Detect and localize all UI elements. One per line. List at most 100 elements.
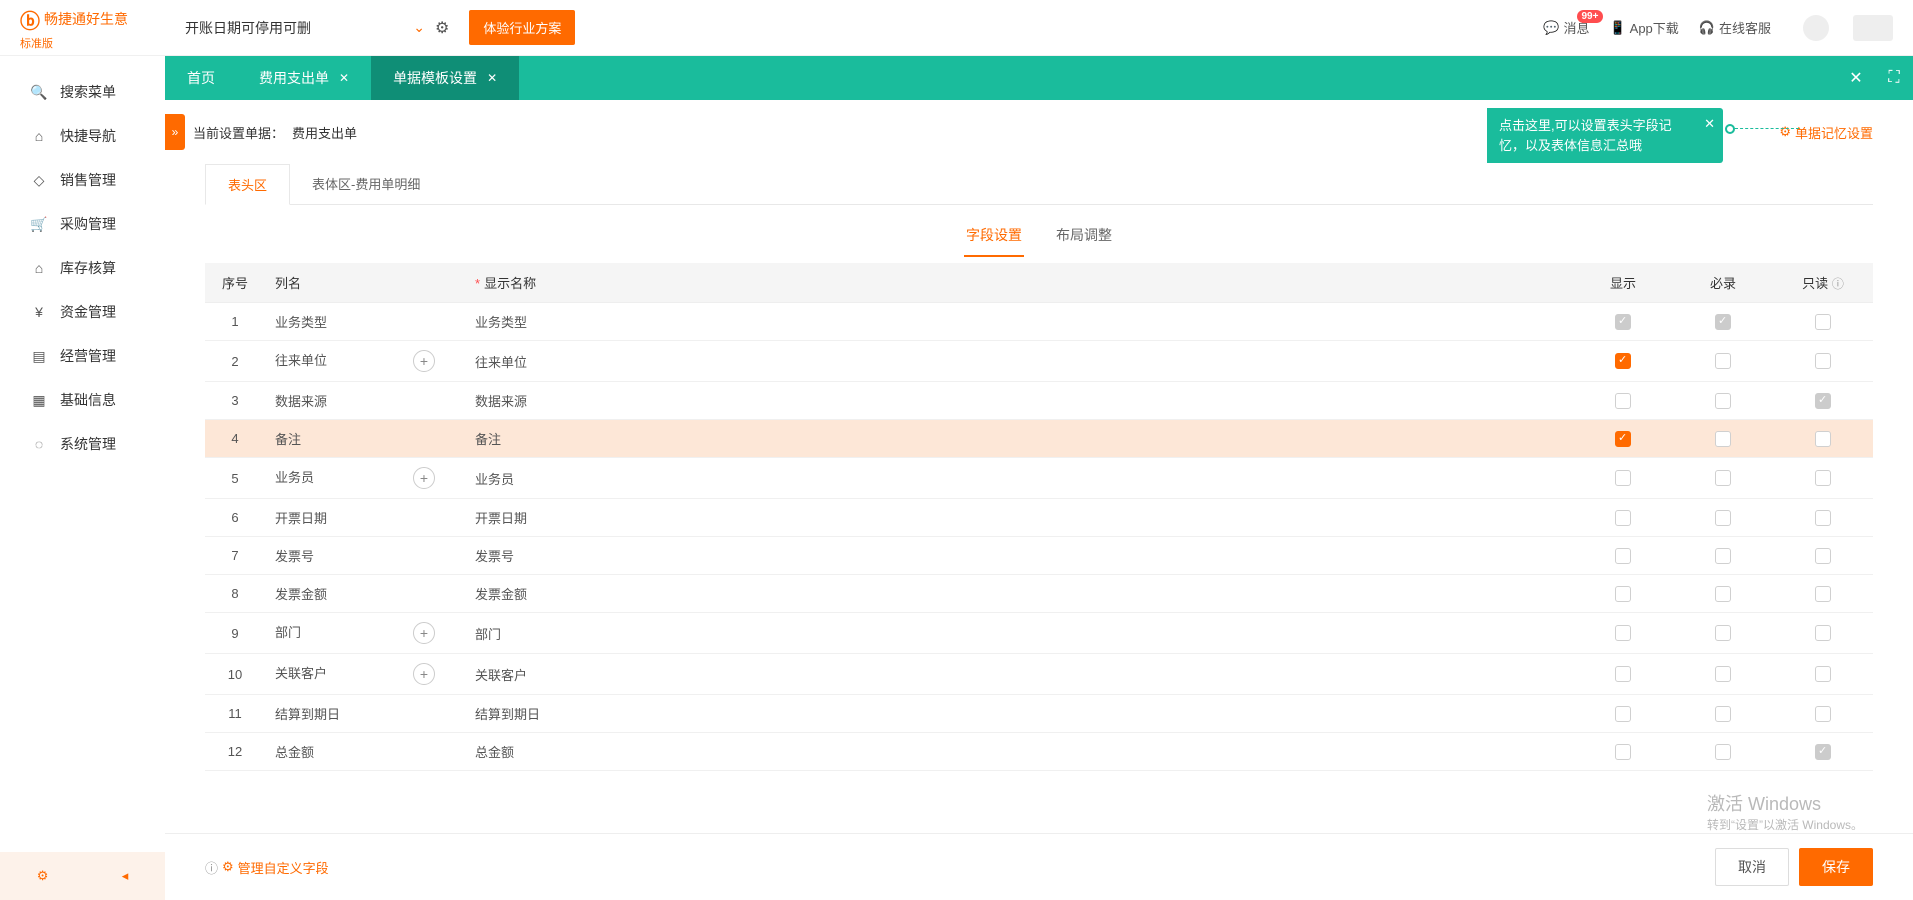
question-icon[interactable]: ⓘ	[205, 858, 218, 877]
checkbox[interactable]	[1615, 510, 1631, 526]
checkbox[interactable]	[1615, 586, 1631, 602]
cell-display[interactable]: 业务员	[465, 458, 1573, 499]
checkbox[interactable]	[1715, 510, 1731, 526]
checkbox[interactable]	[1715, 548, 1731, 564]
table-row[interactable]: 5业务员+业务员	[205, 458, 1873, 499]
table-row[interactable]: 1业务类型业务类型	[205, 303, 1873, 341]
settings-icon[interactable]: ⚙	[37, 868, 49, 884]
messages-button[interactable]: 💬 消息 99+	[1543, 18, 1589, 37]
checkbox[interactable]	[1615, 625, 1631, 641]
manage-custom-fields-link[interactable]: ⚙ 管理自定义字段	[222, 858, 329, 877]
checkbox[interactable]	[1815, 353, 1831, 369]
checkbox[interactable]	[1615, 744, 1631, 760]
checkbox[interactable]	[1615, 548, 1631, 564]
table-row[interactable]: 12总金额总金额	[205, 733, 1873, 771]
tab-2[interactable]: 单据模板设置✕	[371, 56, 519, 100]
sidebar-item-7[interactable]: ▦基础信息	[0, 378, 165, 422]
table-row[interactable]: 4备注备注	[205, 420, 1873, 458]
cell-display[interactable]: 备注	[465, 420, 1573, 458]
checkbox[interactable]	[1715, 586, 1731, 602]
zone-tab-0[interactable]: 表头区	[205, 164, 290, 205]
add-button[interactable]: +	[413, 663, 435, 685]
fullscreen-button[interactable]: ⛶	[1875, 69, 1913, 87]
checkbox[interactable]	[1815, 314, 1831, 330]
checkbox[interactable]	[1715, 625, 1731, 641]
checkbox[interactable]	[1815, 431, 1831, 447]
sidebar-item-1[interactable]: ⌂快捷导航	[0, 114, 165, 158]
sidebar-item-5[interactable]: ¥资金管理	[0, 290, 165, 334]
sub-tab-0[interactable]: 字段设置	[964, 219, 1024, 257]
checkbox[interactable]	[1715, 666, 1731, 682]
collapse-sidebar-icon[interactable]: ◂	[122, 868, 129, 884]
checkbox[interactable]	[1815, 586, 1831, 602]
checkbox[interactable]	[1615, 393, 1631, 409]
cell-display[interactable]: 业务类型	[465, 303, 1573, 341]
cell-display[interactable]: 发票号	[465, 537, 1573, 575]
sidebar-item-8[interactable]: ◌系统管理	[0, 422, 165, 466]
table-row[interactable]: 9部门+部门	[205, 613, 1873, 654]
zone-tab-1[interactable]: 表体区-费用单明细	[290, 164, 442, 204]
checkbox[interactable]	[1615, 353, 1631, 369]
cell-display[interactable]: 数据来源	[465, 382, 1573, 420]
cell-display[interactable]: 往来单位	[465, 341, 1573, 382]
cell-display[interactable]: 关联客户	[465, 654, 1573, 695]
close-icon[interactable]: ✕	[339, 71, 349, 85]
sub-tab-1[interactable]: 布局调整	[1054, 219, 1114, 257]
checkbox[interactable]	[1815, 510, 1831, 526]
sidebar-item-6[interactable]: ▤经营管理	[0, 334, 165, 378]
gear-icon[interactable]: ⚙	[435, 18, 449, 38]
add-button[interactable]: +	[413, 467, 435, 489]
table-row[interactable]: 10关联客户+关联客户	[205, 654, 1873, 695]
checkbox[interactable]	[1815, 706, 1831, 722]
doc-memory-settings-link[interactable]: ⚙ 单据记忆设置	[1779, 123, 1873, 142]
experience-solution-button[interactable]: 体验行业方案	[469, 10, 575, 45]
checkbox[interactable]	[1815, 548, 1831, 564]
add-button[interactable]: +	[413, 350, 435, 372]
customer-service-button[interactable]: 🎧 在线客服	[1699, 18, 1771, 37]
checkbox[interactable]	[1715, 706, 1731, 722]
checkbox[interactable]	[1615, 470, 1631, 486]
cancel-button[interactable]: 取消	[1715, 848, 1789, 886]
checkbox[interactable]	[1815, 625, 1831, 641]
app-download-button[interactable]: 📱 App下载	[1609, 18, 1678, 37]
table-row[interactable]: 7发票号发票号	[205, 537, 1873, 575]
tab-1[interactable]: 费用支出单✕	[237, 56, 371, 100]
table-row[interactable]: 6开票日期开票日期	[205, 499, 1873, 537]
add-button[interactable]: +	[413, 622, 435, 644]
checkbox[interactable]	[1815, 470, 1831, 486]
sidebar-item-2[interactable]: ◇销售管理	[0, 158, 165, 202]
tab-0[interactable]: 首页	[165, 56, 237, 100]
sidebar-item-4[interactable]: ⌂库存核算	[0, 246, 165, 290]
table-row[interactable]: 11结算到期日结算到期日	[205, 695, 1873, 733]
save-button[interactable]: 保存	[1799, 848, 1873, 886]
org-avatar[interactable]	[1853, 15, 1893, 41]
checkbox[interactable]	[1615, 431, 1631, 447]
cell-display[interactable]: 开票日期	[465, 499, 1573, 537]
table-row[interactable]: 3数据来源数据来源	[205, 382, 1873, 420]
table-row[interactable]: 8发票金额发票金额	[205, 575, 1873, 613]
org-selector[interactable]: 开账日期可停用可删 ⌄	[185, 18, 425, 38]
close-icon[interactable]: ✕	[487, 71, 497, 85]
checkbox[interactable]	[1615, 706, 1631, 722]
app-download-label: App下载	[1630, 18, 1679, 37]
fields-table-wrap[interactable]: 序号 列名 *显示名称 显示 必录 只读 ⓘ 1业务类型业务类型2往来单位+往来…	[205, 263, 1873, 833]
checkbox[interactable]	[1715, 353, 1731, 369]
table-row[interactable]: 2往来单位+往来单位	[205, 341, 1873, 382]
close-tab-button[interactable]: ✕	[1837, 68, 1875, 88]
checkbox[interactable]	[1815, 666, 1831, 682]
cell-display[interactable]: 发票金额	[465, 575, 1573, 613]
cell-display[interactable]: 结算到期日	[465, 695, 1573, 733]
checkbox[interactable]	[1615, 666, 1631, 682]
sidebar-item-0[interactable]: 🔍搜索菜单	[0, 70, 165, 114]
sidebar-item-3[interactable]: 🛒采购管理	[0, 202, 165, 246]
expand-handle[interactable]: »	[165, 114, 185, 150]
help-icon[interactable]: ⓘ	[1832, 277, 1844, 291]
cell-display[interactable]: 部门	[465, 613, 1573, 654]
cell-display[interactable]: 总金额	[465, 733, 1573, 771]
checkbox[interactable]	[1715, 744, 1731, 760]
checkbox[interactable]	[1715, 431, 1731, 447]
close-icon[interactable]: ✕	[1704, 114, 1715, 134]
checkbox[interactable]	[1715, 393, 1731, 409]
avatar[interactable]	[1803, 15, 1829, 41]
checkbox[interactable]	[1715, 470, 1731, 486]
